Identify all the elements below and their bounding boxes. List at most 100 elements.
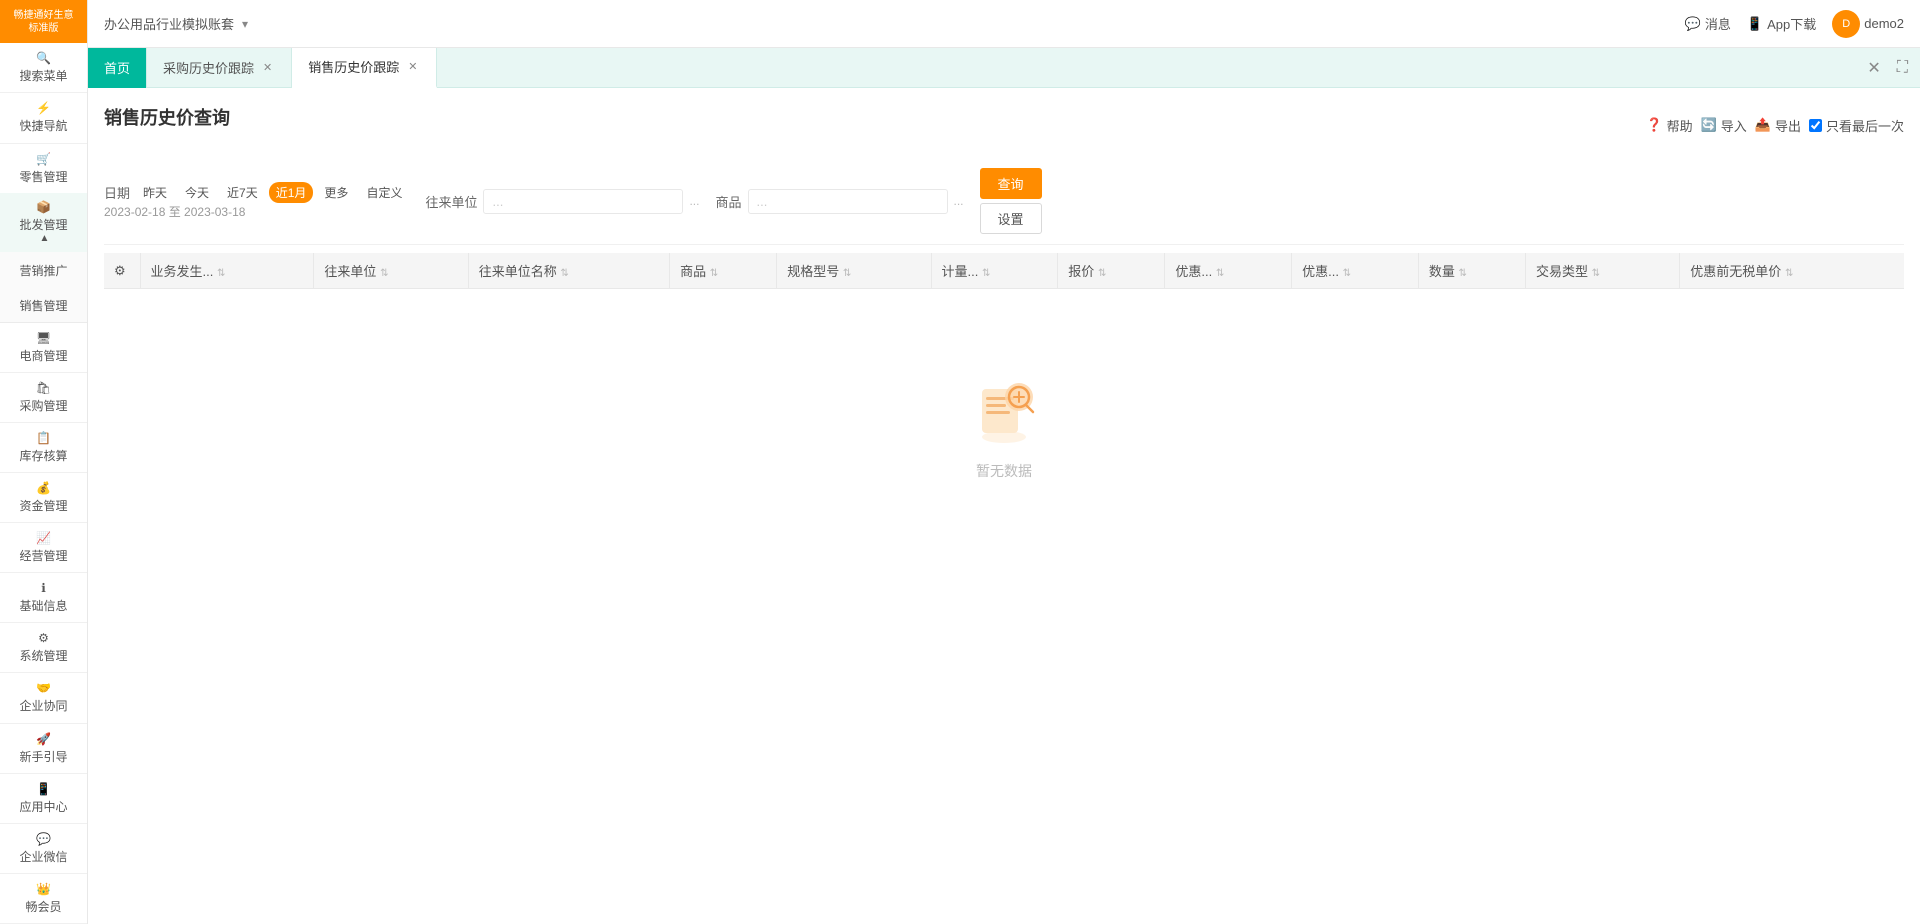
sidebar-item-app-center[interactable]: 📱 应用中心 [0,774,87,824]
search-menu-icon: 🔍 [36,51,51,65]
sidebar-item-label-business-mgmt: 经营管理 [19,547,67,564]
date-btn-custom[interactable]: 自定义 [359,182,409,203]
topbar-right: 💬 消息 📱 App下载 D demo2 [1685,10,1904,38]
enterprise-wechat-icon: 💬 [36,832,51,846]
sidebar-item-finance-mgmt[interactable]: 💰 资金管理 [0,473,87,523]
col-unit[interactable]: 计量... ⇅ [931,253,1058,289]
col-discount2-label: 优惠... [1302,264,1339,279]
sidebar-item-vip-member[interactable]: 👑 畅会员 [0,874,87,924]
col-product[interactable]: 商品 ⇅ [670,253,777,289]
sidebar-item-business-mgmt[interactable]: 📈 经营管理 [0,523,87,573]
sort-icon-trade-type: ⇅ [1592,268,1600,279]
fullscreen-button[interactable]: ⛶ [1893,55,1912,81]
sidebar-item-label-inventory-check: 库存核算 [19,447,67,464]
sidebar-item-label-ecommerce-mgmt: 电商管理 [19,347,67,364]
tab-purchase-history-close[interactable]: ✕ [260,60,275,75]
col-partner-name[interactable]: 往来单位名称 ⇅ [468,253,669,289]
date-range-display: 2023-02-18 至 2023-03-18 [104,203,409,220]
col-discount2[interactable]: 优惠... ⇅ [1292,253,1419,289]
sidebar-item-inventory-check[interactable]: 📋 库存核算 [0,423,87,473]
app-center-icon: 📱 [36,782,51,796]
sort-icon-business-date: ⇅ [217,268,225,279]
topbar-message-action[interactable]: 💬 消息 [1685,14,1731,33]
topbar-dropdown-icon[interactable]: ▾ [242,17,248,31]
date-btn-yesterday[interactable]: 昨天 [136,182,174,203]
date-range-text: 2023-02-18 至 2023-03-18 [104,205,245,219]
sidebar-item-label-sales-mgmt: 销售管理 [19,297,67,314]
tab-purchase-history-label: 采购历史价跟踪 [163,58,254,77]
sidebar-item-search-menu[interactable]: 🔍 搜索菜单 [0,43,87,93]
only-last-checkbox[interactable] [1809,119,1822,132]
topbar-user[interactable]: D demo2 [1832,10,1904,38]
col-partner-name-label: 往来单位名称 [479,264,557,279]
settings-button[interactable]: 设置 [980,203,1042,234]
date-btn-more[interactable]: 更多 [317,182,355,203]
col-price-label: 报价 [1068,264,1094,279]
col-pretax-price[interactable]: 优惠前无税单价 ⇅ [1680,253,1904,289]
tab-sales-history-close[interactable]: ✕ [405,59,420,74]
col-quantity[interactable]: 数量 ⇅ [1418,253,1525,289]
col-discount1[interactable]: 优惠... ⇅ [1165,253,1292,289]
import-action[interactable]: 🔄 导入 [1701,116,1747,135]
tab-sales-history[interactable]: 销售历史价跟踪 ✕ [292,48,437,88]
filter-date-col: 日期 昨天 今天 近7天 近1月 更多 自定义 2023-02-18 至 202… [104,182,409,220]
tab-home[interactable]: 首页 [88,48,147,88]
sidebar-item-label-system-mgmt: 系统管理 [19,647,67,664]
table-settings-icon[interactable]: ⚙ [114,263,126,278]
topbar-left: 办公用品行业模拟账套 ▾ [104,14,248,33]
filter-product-input[interactable] [748,189,948,214]
help-action[interactable]: ❓ 帮助 [1646,116,1692,135]
sidebar-item-enterprise-wechat[interactable]: 💬 企业微信 [0,824,87,874]
system-mgmt-icon: ⚙ [38,631,49,645]
enterprise-agreement-icon: 🤝 [36,681,51,695]
close-all-tabs-button[interactable]: ✕ [1863,54,1884,82]
col-price[interactable]: 报价 ⇅ [1058,253,1165,289]
sort-icon-quantity: ⇅ [1459,268,1467,279]
filter-partner-input[interactable] [483,189,683,214]
filter-date-label: 日期 [104,183,130,202]
export-action[interactable]: 📤 导出 [1755,116,1801,135]
sidebar-item-quick-nav[interactable]: ⚡ 快捷导航 [0,93,87,143]
page-content: 销售历史价查询 ❓ 帮助 🔄 导入 📤 导出 只看最后一次 [88,88,1920,924]
only-last-label: 只看最后一次 [1826,116,1904,135]
filter-partner-label: 往来单位 [425,192,477,211]
topbar-app-download-action[interactable]: 📱 App下载 [1747,14,1816,33]
sidebar-item-enterprise-agreement[interactable]: 🤝 企业协同 [0,673,87,723]
date-btn-last7days[interactable]: 近7天 [220,182,265,203]
col-spec[interactable]: 规格型号 ⇅ [777,253,931,289]
col-business-date-label: 业务发生... [151,264,214,279]
new-user-guide-icon: 🚀 [36,732,51,746]
col-trade-type[interactable]: 交易类型 ⇅ [1526,253,1680,289]
date-btn-last1month[interactable]: 近1月 [269,182,314,203]
inventory-check-icon: 📋 [36,431,51,445]
sidebar-item-wholesale-mgmt[interactable]: 📦 批发管理 ▲ [0,193,87,252]
col-settings[interactable]: ⚙ [104,253,140,289]
sidebar-item-marketing[interactable]: 营销推广 [0,252,87,287]
date-btn-today[interactable]: 今天 [178,182,216,203]
sidebar-item-ecommerce-mgmt[interactable]: 🖥 电商管理 [0,323,87,373]
sort-icon-discount1: ⇅ [1216,268,1224,279]
table-header-row: ⚙ 业务发生... ⇅ 往来单位 ⇅ 往来单位名称 ⇅ [104,253,1904,289]
business-mgmt-icon: 📈 [36,531,51,545]
sidebar-item-system-mgmt[interactable]: ⚙ 系统管理 [0,623,87,673]
sidebar-item-basic-info[interactable]: ℹ 基础信息 [0,573,87,623]
sidebar-item-label-wholesale-mgmt: 批发管理 [19,216,67,233]
sidebar-item-purchase-mgmt[interactable]: 🛍 采购管理 [0,373,87,423]
query-button[interactable]: 查询 [980,168,1042,199]
filter-area: 日期 昨天 今天 近7天 近1月 更多 自定义 2023-02-18 至 202… [104,158,1904,245]
sidebar-item-retail-mgmt[interactable]: 🛒 零售管理 [0,144,87,193]
tab-home-label: 首页 [104,58,130,77]
help-label: 帮助 [1667,116,1693,135]
product-dots-icon: ... [954,194,964,208]
sidebar-item-sales-mgmt[interactable]: 销售管理 [0,287,87,322]
col-partner-code[interactable]: 往来单位 ⇅ [314,253,468,289]
sidebar-item-label-quick-nav: 快捷导航 [19,117,67,134]
only-last-checkbox-label[interactable]: 只看最后一次 [1809,116,1904,135]
toolbar-right: ❓ 帮助 🔄 导入 📤 导出 只看最后一次 [1646,116,1904,135]
username-label: demo2 [1864,16,1904,31]
col-business-date[interactable]: 业务发生... ⇅ [140,253,314,289]
col-product-label: 商品 [680,264,706,279]
data-table: ⚙ 业务发生... ⇅ 往来单位 ⇅ 往来单位名称 ⇅ [104,253,1904,289]
sidebar-item-new-user-guide[interactable]: 🚀 新手引导 [0,724,87,774]
tab-purchase-history[interactable]: 采购历史价跟踪 ✕ [147,48,292,88]
